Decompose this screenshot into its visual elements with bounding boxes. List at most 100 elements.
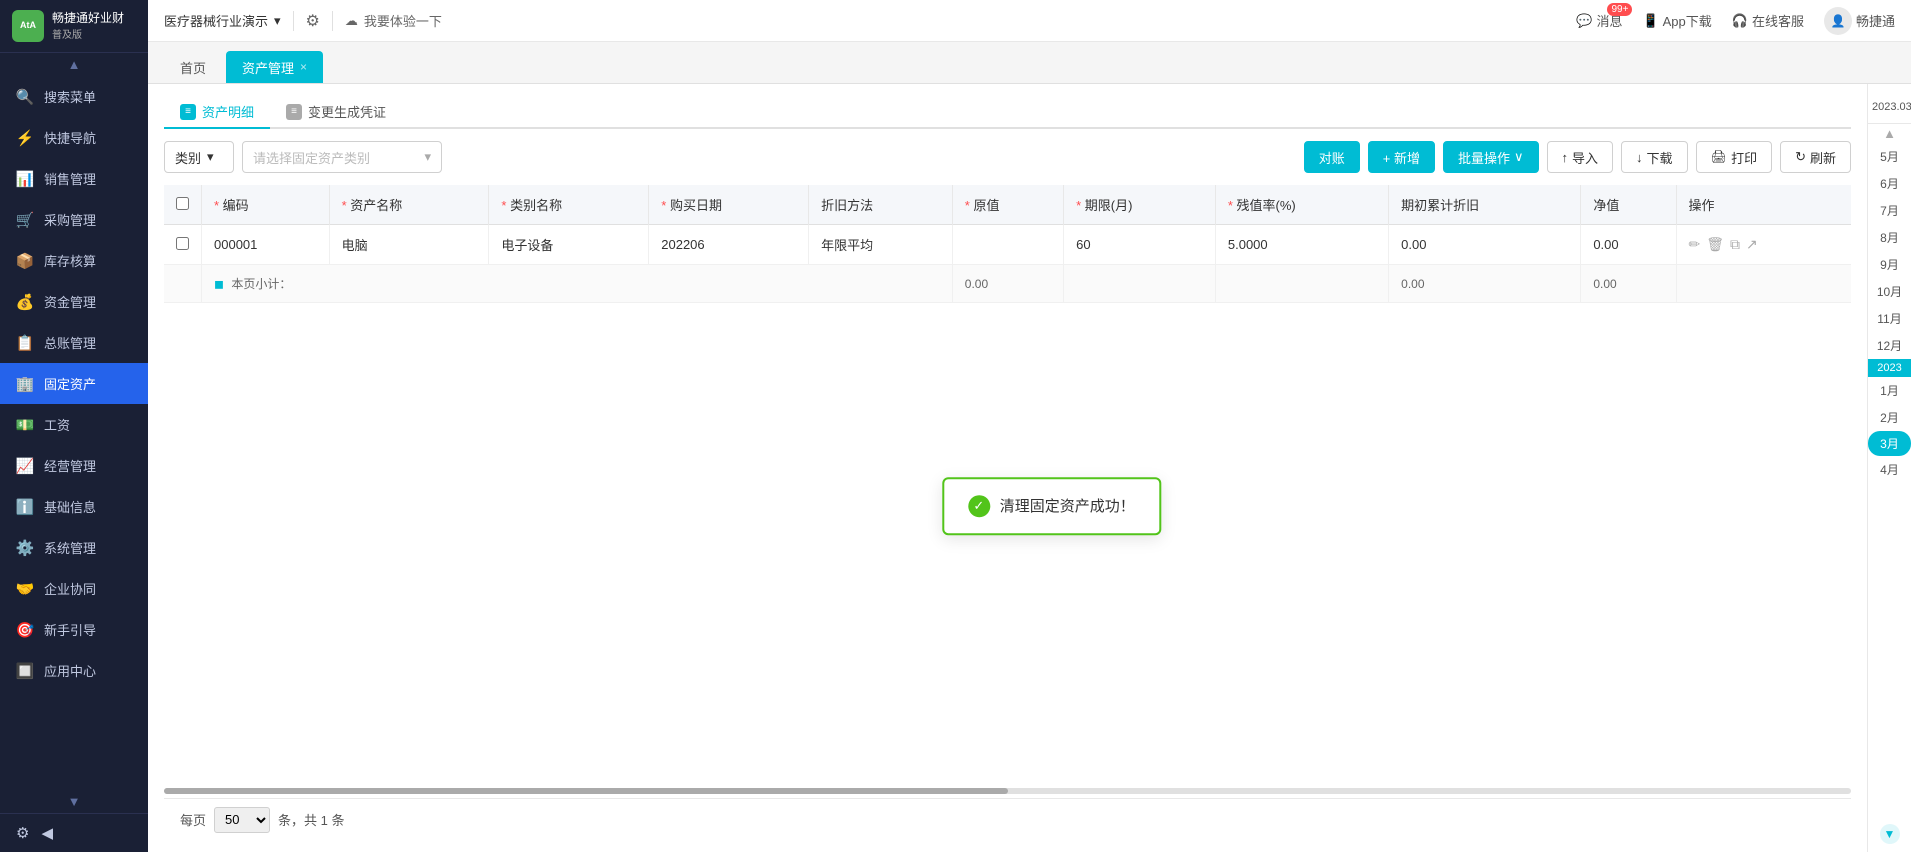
- sidebar-item-app-center[interactable]: 🔲 应用中心: [0, 650, 148, 691]
- tab-close-icon[interactable]: ×: [300, 60, 307, 74]
- col-accumulated: 期初累计折旧: [1389, 185, 1581, 225]
- user-profile[interactable]: 👤 畅捷通: [1824, 7, 1895, 35]
- delete-icon[interactable]: 🗑: [1706, 236, 1724, 253]
- settings-icon[interactable]: ⚙: [16, 824, 29, 842]
- sub-tab-asset-detail[interactable]: ≡ 资产明细: [164, 96, 270, 129]
- sub-tab-label: 资产明细: [202, 102, 254, 121]
- month-item-6[interactable]: 6月: [1868, 170, 1911, 197]
- months-list: 5月 6月 7月 8月 9月 10月 11月 12月 2023 1月 2月 3月…: [1868, 143, 1911, 820]
- company-name: 医疗器械行业演示: [164, 11, 268, 30]
- download-button[interactable]: ↓ 下载: [1621, 141, 1688, 173]
- panel-collapse-btn[interactable]: ▲: [1868, 124, 1911, 143]
- month-item-5[interactable]: 5月: [1868, 143, 1911, 170]
- more-icon[interactable]: ↗: [1746, 236, 1758, 253]
- service-button[interactable]: 🎧 在线客服: [1732, 11, 1804, 30]
- category-filter[interactable]: 类别 ▾: [164, 141, 234, 173]
- edit-icon[interactable]: ✏: [1689, 236, 1701, 253]
- row-checkbox-cell[interactable]: [164, 225, 202, 265]
- refresh-icon: ↻: [1795, 149, 1806, 165]
- sidebar-item-fixed-assets[interactable]: 🏢 固定资产: [0, 363, 148, 404]
- panel-down-icon[interactable]: ▼: [1880, 824, 1900, 844]
- sidebar-item-basic-info[interactable]: ℹ️ 基础信息: [0, 486, 148, 527]
- new-label: + 新增: [1383, 148, 1420, 167]
- refresh-button[interactable]: ↻ 刷新: [1780, 141, 1851, 173]
- sidebar-item-salary[interactable]: 💵 工资: [0, 404, 148, 445]
- month-item-4[interactable]: 4月: [1868, 456, 1911, 483]
- new-button[interactable]: + 新增: [1368, 141, 1435, 173]
- topbar-settings-icon[interactable]: ⚙: [306, 11, 320, 31]
- sidebar-item-ledger[interactable]: 📋 总账管理: [0, 322, 148, 363]
- subtotal-label: 本页小计：: [231, 277, 291, 291]
- cell-actions: ✏ 🗑 ⧉ ↗: [1676, 225, 1851, 265]
- tab-asset-management[interactable]: 资产管理 ×: [226, 51, 323, 83]
- month-item-3-current[interactable]: 3月: [1868, 431, 1911, 456]
- experience-button[interactable]: ☁ 我要体验一下: [345, 11, 442, 30]
- reconcile-button[interactable]: 对账: [1304, 141, 1360, 173]
- sidebar-item-label: 销售管理: [44, 169, 96, 188]
- sidebar-item-collab[interactable]: 🤝 企业协同: [0, 568, 148, 609]
- message-badge: 99+: [1607, 3, 1632, 16]
- batch-button[interactable]: 批量操作 ∨: [1443, 141, 1539, 173]
- month-item-7[interactable]: 7月: [1868, 197, 1911, 224]
- cell-name: 电脑: [329, 225, 489, 265]
- topbar-divider2: [332, 11, 333, 31]
- copy-icon[interactable]: ⧉: [1730, 236, 1740, 253]
- month-item-11[interactable]: 11月: [1868, 305, 1911, 332]
- category-input-chevron: ▾: [424, 149, 431, 165]
- cell-depreciation: 年限平均: [809, 225, 953, 265]
- sidebar-item-finance[interactable]: 💰 资金管理: [0, 281, 148, 322]
- sidebar-item-label: 经营管理: [44, 456, 96, 475]
- sidebar: AtA 畅捷通好业财 普及版 ▲ 🔍 搜索菜单 ⚡ 快捷导航 📊 销售管理 🛒 …: [0, 0, 148, 852]
- search-icon: 🔍: [16, 88, 34, 106]
- row-checkbox[interactable]: [176, 237, 189, 250]
- month-item-10[interactable]: 10月: [1868, 278, 1911, 305]
- toolbar-right: 对账 + 新增 批量操作 ∨ ↑ 导入 ↓ 下载: [1304, 141, 1851, 173]
- collapse-sidebar-icon[interactable]: ◀: [41, 824, 53, 842]
- sidebar-item-operations[interactable]: 📈 经营管理: [0, 445, 148, 486]
- col-original-value: 原值: [952, 185, 1063, 225]
- sidebar-item-guide[interactable]: 🎯 新手引导: [0, 609, 148, 650]
- company-selector[interactable]: 医疗器械行业演示 ▾: [164, 11, 281, 30]
- sidebar-item-search[interactable]: 🔍 搜索菜单: [0, 76, 148, 117]
- sidebar-item-label: 资金管理: [44, 292, 96, 311]
- sidebar-item-quicknav[interactable]: ⚡ 快捷导航: [0, 117, 148, 158]
- month-item-9[interactable]: 9月: [1868, 251, 1911, 278]
- horizontal-scrollbar[interactable]: [164, 784, 1851, 798]
- select-all-checkbox[interactable]: [176, 197, 189, 210]
- sidebar-scroll-up[interactable]: ▲: [0, 53, 148, 76]
- import-icon: ↑: [1562, 150, 1569, 165]
- experience-text: 我要体验一下: [364, 11, 442, 30]
- month-item-12[interactable]: 12月: [1868, 332, 1911, 359]
- sidebar-item-purchase[interactable]: 🛒 采购管理: [0, 199, 148, 240]
- select-all-cell[interactable]: [164, 185, 202, 225]
- import-button[interactable]: ↑ 导入: [1547, 141, 1614, 173]
- category-filter-label: 类别: [175, 148, 201, 167]
- app-download-button[interactable]: 📱 App下载: [1642, 11, 1711, 30]
- logo-short-text: AtA: [20, 21, 36, 31]
- cell-purchase-date: 202206: [649, 225, 809, 265]
- sidebar-item-inventory[interactable]: 📦 库存核算: [0, 240, 148, 281]
- reconcile-label: 对账: [1319, 148, 1345, 167]
- experience-cloud-icon: ☁: [345, 13, 358, 29]
- category-input-placeholder: 请选择固定资产类别: [253, 148, 370, 167]
- month-item-2[interactable]: 2月: [1868, 404, 1911, 431]
- purchase-icon: 🛒: [16, 211, 34, 229]
- print-button[interactable]: 🖨 打印: [1696, 141, 1773, 173]
- sidebar-item-system[interactable]: ⚙️ 系统管理: [0, 527, 148, 568]
- tab-home[interactable]: 首页: [164, 51, 222, 83]
- sub-tab-change-voucher[interactable]: ≡ 变更生成凭证: [270, 96, 402, 129]
- logo-sub-text: 普及版: [52, 26, 124, 41]
- month-item-1[interactable]: 1月: [1868, 377, 1911, 404]
- category-input[interactable]: 请选择固定资产类别 ▾: [242, 141, 442, 173]
- sidebar-scroll-down[interactable]: ▼: [0, 790, 148, 813]
- logo-icon: AtA: [12, 10, 44, 42]
- sidebar-item-sales[interactable]: 📊 销售管理: [0, 158, 148, 199]
- col-period: 期限(月): [1064, 185, 1216, 225]
- month-item-8[interactable]: 8月: [1868, 224, 1911, 251]
- per-page-select[interactable]: 50 100 200: [214, 807, 270, 833]
- year-label-2023: 2023: [1868, 359, 1911, 377]
- sales-icon: 📊: [16, 170, 34, 188]
- fixed-assets-icon: 🏢: [16, 375, 34, 393]
- asset-detail-icon: ≡: [180, 104, 196, 120]
- message-button[interactable]: 💬 消息 99+: [1576, 11, 1622, 30]
